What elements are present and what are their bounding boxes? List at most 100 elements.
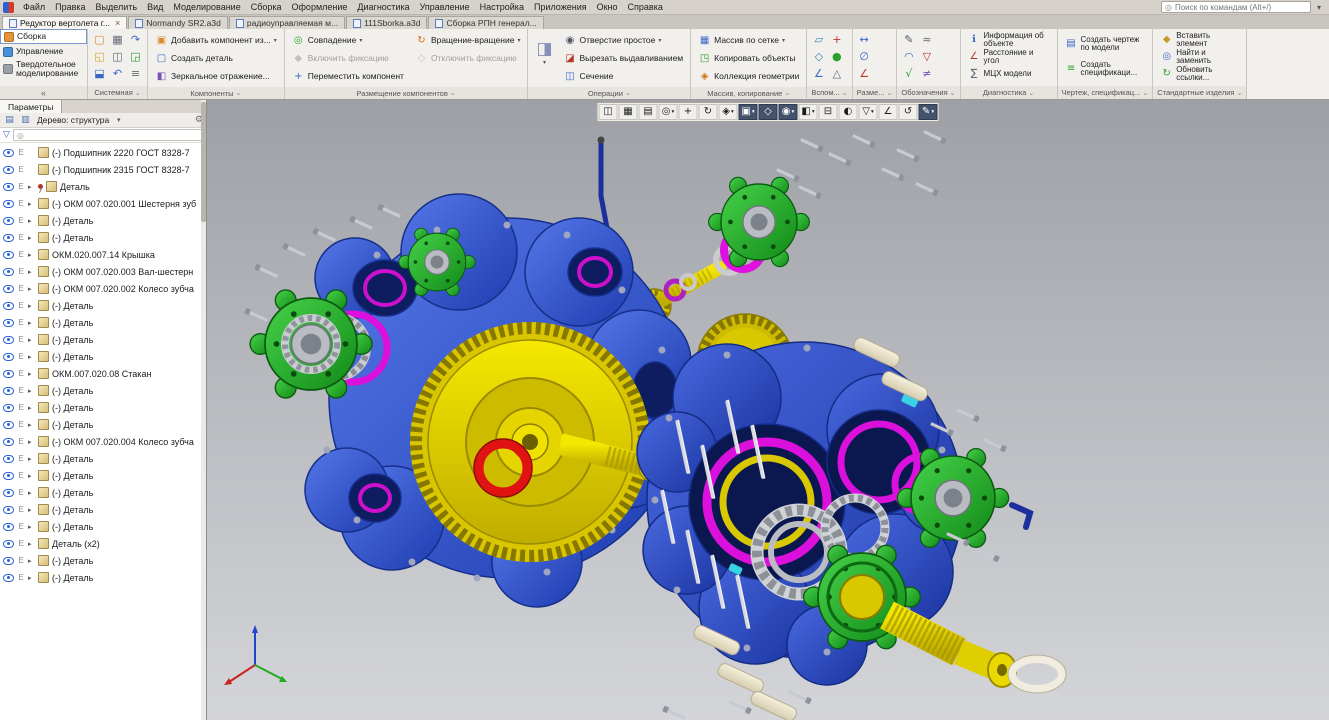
tree-row[interactable]: Е ▸ ОКМ.020.007.14 Крышка bbox=[0, 246, 206, 263]
tree-row[interactable]: Е (-) Подшипник 2220 ГОСТ 8328-7 bbox=[0, 144, 206, 161]
interface-options-icon[interactable]: ▾ bbox=[1312, 3, 1326, 12]
expand-arrow-icon[interactable]: ▸ bbox=[28, 557, 35, 565]
sketch-button[interactable]: ✎ ▾ bbox=[918, 104, 938, 120]
tree-row[interactable]: Е ▸ (-) Деталь bbox=[0, 501, 206, 518]
collapse-ribbon-icon[interactable]: « bbox=[0, 86, 87, 99]
appearance-button[interactable]: ◐ bbox=[838, 104, 858, 120]
cut-extrude-button[interactable]: ◪ Вырезать выдавливанием bbox=[559, 49, 687, 67]
doc-tab[interactable]: Редуктор вертолета г... × bbox=[2, 16, 128, 29]
filter-funnel-icon[interactable]: ▽ bbox=[3, 130, 10, 140]
doc-tab[interactable]: Сборка РПН генерал... bbox=[428, 16, 544, 29]
expand-arrow-icon[interactable]: ▸ bbox=[28, 268, 35, 276]
expand-arrow-icon[interactable]: ▸ bbox=[28, 506, 35, 514]
create-drawing-button[interactable]: ▤ Создать чертеж по модели bbox=[1061, 31, 1149, 56]
tree-row[interactable]: Е ▸ (-) ОКМ 007.020.004 Колесо зубча bbox=[0, 433, 206, 450]
visibility-eye-icon[interactable] bbox=[3, 454, 14, 463]
tree-structure-icon[interactable]: ▤ bbox=[3, 114, 16, 126]
clip-button[interactable]: ⊟ bbox=[818, 104, 838, 120]
undo-icon[interactable]: ↶ bbox=[109, 65, 126, 81]
save-document-icon[interactable]: ⬓ bbox=[91, 65, 108, 81]
visibility-eye-icon[interactable] bbox=[3, 420, 14, 429]
tree-row[interactable]: Е ▸ (-) Деталь bbox=[0, 382, 206, 399]
diameter-dimension-icon[interactable]: ∅ bbox=[856, 48, 873, 64]
new-document-icon[interactable]: ▢ bbox=[91, 31, 108, 47]
tree-row[interactable]: Е ▸ (-) Деталь bbox=[0, 212, 206, 229]
control-point-icon[interactable]: ● bbox=[828, 48, 845, 64]
expand-arrow-icon[interactable]: ▸ bbox=[28, 370, 35, 378]
mate-rotation-button[interactable]: ↻ Вращение-вращение ▾ bbox=[411, 31, 525, 49]
tree-row[interactable]: Е ▸ (-) Деталь bbox=[0, 314, 206, 331]
tree-row[interactable]: Е ▸ (-) Деталь bbox=[0, 416, 206, 433]
visibility-eye-icon[interactable] bbox=[3, 301, 14, 310]
print-icon[interactable]: ▦ bbox=[109, 31, 126, 47]
copy-objects-button[interactable]: ◳ Копировать объекты bbox=[694, 49, 803, 67]
visibility-eye-icon[interactable] bbox=[3, 233, 14, 242]
visibility-eye-icon[interactable] bbox=[3, 165, 14, 174]
expand-arrow-icon[interactable]: ▸ bbox=[28, 319, 35, 327]
tree-scrollbar-thumb[interactable] bbox=[201, 102, 206, 222]
tree-row[interactable]: Е ▸ (-) Деталь bbox=[0, 484, 206, 501]
linear-dimension-icon[interactable]: ↔ bbox=[856, 31, 873, 47]
group-label[interactable]: Обозначения ⌄ bbox=[897, 86, 960, 99]
tolerance-icon[interactable]: ≈ bbox=[918, 31, 935, 47]
menu-Окно[interactable]: Окно bbox=[592, 1, 623, 13]
doc-tab[interactable]: Normandy SR2.a3d bbox=[128, 16, 228, 29]
tree-row[interactable]: Е ▸ (-) Деталь bbox=[0, 569, 206, 586]
marking-icon[interactable]: ≠ bbox=[918, 65, 935, 81]
section-operation-button[interactable]: ◫ Сечение bbox=[559, 67, 687, 85]
object-info-button[interactable]: ℹ Информация об объекте bbox=[964, 31, 1054, 48]
panels-toggle-button[interactable]: ◫ bbox=[598, 104, 618, 120]
tree-row[interactable]: Е ▸ (-) Деталь bbox=[0, 297, 206, 314]
chevron-down-icon[interactable]: ▾ bbox=[112, 114, 125, 126]
ribbon-mode-1[interactable]: Сборка bbox=[0, 29, 87, 44]
scene-tree-button[interactable]: ▤ bbox=[638, 104, 658, 120]
doc-tab[interactable]: 111Sborka.a3d bbox=[346, 16, 428, 29]
expand-arrow-icon[interactable]: ▸ bbox=[28, 438, 35, 446]
visibility-eye-icon[interactable] bbox=[3, 182, 14, 191]
menu-Диагностика[interactable]: Диагностика bbox=[352, 1, 414, 13]
tree-row[interactable]: Е ▸ (-) Деталь bbox=[0, 450, 206, 467]
wireframe-button[interactable]: ◇ bbox=[758, 104, 778, 120]
visibility-eye-icon[interactable] bbox=[3, 522, 14, 531]
menu-Управление[interactable]: Управление bbox=[415, 1, 475, 13]
menu-Выделить[interactable]: Выделить bbox=[91, 1, 143, 13]
expand-arrow-icon[interactable]: ▸ bbox=[28, 489, 35, 497]
tree-row[interactable]: Е ▸ (-) ОКМ 007.020.003 Вал-шестерн bbox=[0, 263, 206, 280]
expand-arrow-icon[interactable]: ▸ bbox=[28, 183, 35, 191]
visibility-eye-icon[interactable] bbox=[3, 471, 14, 480]
expand-arrow-icon[interactable]: ▸ bbox=[28, 455, 35, 463]
close-tab-icon[interactable]: × bbox=[115, 18, 120, 28]
visibility-eye-icon[interactable] bbox=[3, 386, 14, 395]
visibility-eye-icon[interactable] bbox=[3, 284, 14, 293]
white-seal-ring[interactable] bbox=[1007, 654, 1067, 694]
visibility-eye-icon[interactable] bbox=[3, 267, 14, 276]
tree-search[interactable]: ◎ bbox=[12, 129, 203, 141]
tree-scrollbar[interactable] bbox=[201, 100, 206, 720]
tree-row[interactable]: Е ▸ (-) ОКМ 007.020.001 Шестерня зуб bbox=[0, 195, 206, 212]
update-links-button[interactable]: ↻ Обновить ссылки... bbox=[1156, 65, 1240, 82]
note-icon[interactable]: ✎ bbox=[900, 31, 917, 47]
group-label[interactable]: Разме... ⌄ bbox=[852, 86, 897, 99]
visibility-eye-icon[interactable] bbox=[3, 539, 14, 548]
group-label[interactable]: Массив, копирование ⌄ bbox=[691, 87, 807, 99]
orientation-button[interactable]: ◈ ▾ bbox=[718, 104, 738, 120]
move-component-button[interactable]: + Переместить компонент bbox=[288, 67, 408, 85]
expand-arrow-icon[interactable]: ▸ bbox=[28, 421, 35, 429]
expand-arrow-icon[interactable]: ▸ bbox=[28, 404, 35, 412]
arc-designation-icon[interactable]: ◠ bbox=[900, 48, 917, 64]
create-part-button[interactable]: ▢ Создать деталь bbox=[151, 49, 281, 67]
tree-header-title[interactable]: Дерево: структура bbox=[37, 115, 109, 125]
visibility-eye-icon[interactable] bbox=[3, 352, 14, 361]
visibility-eye-icon[interactable] bbox=[3, 216, 14, 225]
find-replace-item-button[interactable]: ◎ Найти и заменить bbox=[1156, 48, 1240, 65]
tree-row[interactable]: Е ▸ Деталь bbox=[0, 178, 206, 195]
expand-arrow-icon[interactable]: ▸ bbox=[28, 387, 35, 395]
filters-button[interactable]: ▽ ▾ bbox=[858, 104, 878, 120]
doc-tab[interactable]: радиоуправляемая м... bbox=[228, 16, 346, 29]
datum-point-icon[interactable]: + bbox=[828, 31, 845, 47]
menu-Настройка[interactable]: Настройка bbox=[475, 1, 529, 13]
group-label[interactable]: Компоненты ⌄ bbox=[148, 87, 284, 99]
tree-row[interactable]: Е ▸ (-) Деталь bbox=[0, 348, 206, 365]
expand-arrow-icon[interactable]: ▸ bbox=[28, 472, 35, 480]
hide-show-button[interactable]: ◉ ▾ bbox=[778, 104, 798, 120]
